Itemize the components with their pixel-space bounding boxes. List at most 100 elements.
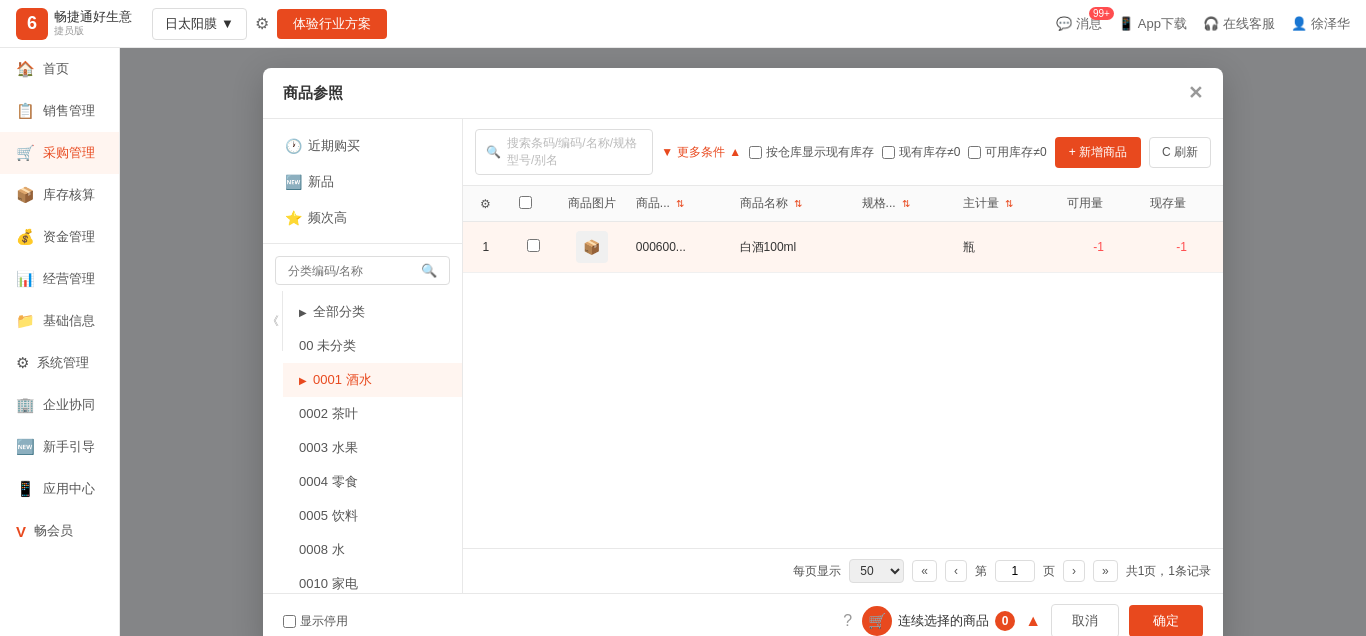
per-page-select[interactable]: 50100200	[849, 559, 904, 583]
tree-label-cat0008: 0008 水	[299, 541, 345, 559]
th-code[interactable]: 商品... ⇅	[626, 186, 730, 222]
sidebar-item-home[interactable]: 🏠 首页	[0, 48, 119, 90]
online-service-label: 在线客服	[1223, 15, 1275, 33]
tab-new[interactable]: 🆕 新品	[275, 165, 450, 199]
sort-spec-icon: ⇅	[902, 198, 910, 209]
help-icon[interactable]: ?	[843, 612, 852, 630]
available-stock-label: 可用库存≠0	[985, 144, 1046, 161]
last-page-button[interactable]: »	[1093, 560, 1118, 582]
quick-tabs: 🕐 近期购买 🆕 新品 ⭐ 频次高	[263, 119, 462, 237]
tree-label-cat0010: 0010 家电	[299, 575, 358, 593]
left-inner: 《 ▶ 全部分类 00 未分类 ▶	[263, 291, 462, 593]
row-checkbox[interactable]	[527, 239, 540, 252]
sidebar-item-finance[interactable]: 💰 资金管理	[0, 216, 119, 258]
tree-label-cat0005: 0005 饮料	[299, 507, 358, 525]
category-search-box[interactable]: 🔍	[275, 256, 450, 285]
th-unit[interactable]: 主计量 ⇅	[953, 186, 1057, 222]
logo-name: 畅捷通好生意	[54, 9, 132, 25]
user-nav[interactable]: 👤 徐泽华	[1291, 15, 1350, 33]
product-search-box[interactable]: 🔍 搜索条码/编码/名称/规格型号/别名	[475, 129, 653, 175]
tree-item-cat00[interactable]: 00 未分类	[283, 329, 462, 363]
sidebar-item-enterprise[interactable]: 🏢 企业协同	[0, 384, 119, 426]
product-toolbar: 🔍 搜索条码/编码/名称/规格型号/别名 ▼ 更多条件 ▲ 按仓库显示现有库存	[463, 119, 1223, 186]
sales-icon: 📋	[16, 102, 35, 120]
product-table: ⚙ 商品图片 商品... ⇅ 商品名称	[463, 186, 1223, 273]
home-icon: 🏠	[16, 60, 35, 78]
tree-item-cat0001[interactable]: ▶ 0001 酒水	[283, 363, 462, 397]
has-stock-checkbox[interactable]	[882, 146, 895, 159]
pagination: 每页显示 50100200 « ‹ 第 页 › » 共1页，1条记录	[463, 548, 1223, 593]
sidebar-label-apps: 应用中心	[43, 480, 95, 498]
gear-icon[interactable]: ⚙	[255, 14, 269, 33]
table-row[interactable]: 1 📦 000600... 白酒100ml 瓶	[463, 222, 1223, 273]
top-nav: 6 畅捷通好生意 捷员版 日太阳膜 ▼ ⚙ 体验行业方案 💬 消息 99+ 📱 …	[0, 0, 1366, 48]
sidebar-item-inventory[interactable]: 📦 库存核算	[0, 174, 119, 216]
th-spec[interactable]: 规格... ⇅	[852, 186, 953, 222]
sidebar-item-sales[interactable]: 📋 销售管理	[0, 90, 119, 132]
collapse-up-icon[interactable]: ▲	[1025, 612, 1041, 630]
tab-frequent[interactable]: ⭐ 频次高	[275, 201, 450, 235]
sort-code-icon: ⇅	[676, 198, 684, 209]
tree-item-cat0008[interactable]: 0008 水	[283, 533, 462, 567]
sidebar-item-member[interactable]: V 畅会员	[0, 510, 119, 552]
tab-recent-label: 近期购买	[308, 137, 360, 155]
show-disabled-checkbox[interactable]	[283, 615, 296, 628]
sidebar-item-purchase[interactable]: 🛒 采购管理	[0, 132, 119, 174]
tree-item-cat0010[interactable]: 0010 家电	[283, 567, 462, 593]
th-name[interactable]: 商品名称 ⇅	[730, 186, 852, 222]
category-search-input[interactable]	[288, 264, 415, 278]
th-gear[interactable]: ⚙	[463, 186, 509, 222]
show-disabled-text: 显示停用	[300, 613, 348, 630]
td-checkbox[interactable]	[509, 222, 558, 273]
available-stock-checkbox-label[interactable]: 可用库存≠0	[968, 144, 1046, 161]
tab-recent[interactable]: 🕐 近期购买	[275, 129, 450, 163]
modal-title: 商品参照	[283, 84, 343, 103]
messages-nav[interactable]: 💬 消息 99+	[1056, 15, 1102, 33]
refresh-button[interactable]: C 刷新	[1149, 137, 1211, 168]
by-warehouse-checkbox[interactable]	[749, 146, 762, 159]
by-warehouse-label: 按仓库显示现有库存	[766, 144, 874, 161]
cancel-button[interactable]: 取消	[1051, 604, 1119, 636]
collapse-button[interactable]: 《	[263, 291, 283, 351]
select-all-checkbox[interactable]	[519, 196, 532, 209]
system-icon: ⚙	[16, 354, 29, 372]
td-available: -1	[1057, 222, 1140, 273]
arrow-icon-0001: ▶	[299, 375, 307, 386]
by-warehouse-checkbox-label[interactable]: 按仓库显示现有库存	[749, 144, 874, 161]
confirm-button[interactable]: 确定	[1129, 605, 1203, 636]
sidebar-item-apps[interactable]: 📱 应用中心	[0, 468, 119, 510]
has-stock-checkbox-label[interactable]: 现有库存≠0	[882, 144, 960, 161]
nav-dropdown[interactable]: 日太阳膜 ▼	[152, 8, 247, 40]
prev-page-button[interactable]: ‹	[945, 560, 967, 582]
filter-label: 更多条件	[677, 144, 725, 161]
page-number-input[interactable]	[995, 560, 1035, 582]
more-filter-button[interactable]: ▼ 更多条件 ▲	[661, 144, 741, 161]
sidebar-item-operation[interactable]: 📊 经营管理	[0, 258, 119, 300]
star-icon: ⭐	[285, 210, 302, 226]
first-page-button[interactable]: «	[912, 560, 937, 582]
tree-item-cat0003[interactable]: 0003 水果	[283, 431, 462, 465]
sidebar-item-system[interactable]: ⚙ 系统管理	[0, 342, 119, 384]
finance-icon: 💰	[16, 228, 35, 246]
tree-item-all[interactable]: ▶ 全部分类	[283, 295, 462, 329]
td-stock: -1	[1140, 222, 1223, 273]
sidebar-item-basic[interactable]: 📁 基础信息	[0, 300, 119, 342]
has-stock-label: 现有库存≠0	[899, 144, 960, 161]
available-stock-checkbox[interactable]	[968, 146, 981, 159]
tree-item-cat0005[interactable]: 0005 饮料	[283, 499, 462, 533]
trial-button[interactable]: 体验行业方案	[277, 9, 387, 39]
online-service-nav[interactable]: 🎧 在线客服	[1203, 15, 1275, 33]
add-product-button[interactable]: + 新增商品	[1055, 137, 1141, 168]
show-disabled-label[interactable]: 显示停用	[283, 613, 348, 630]
sidebar-label-finance: 资金管理	[43, 228, 95, 246]
tree-item-cat0004[interactable]: 0004 零食	[283, 465, 462, 499]
cart-area: 🛒 连续选择的商品 0	[862, 606, 1015, 636]
modal-close-button[interactable]: ✕	[1188, 82, 1203, 104]
app-download-nav[interactable]: 📱 App下载	[1118, 15, 1187, 33]
member-icon: V	[16, 523, 26, 540]
tree-item-cat0002[interactable]: 0002 茶叶	[283, 397, 462, 431]
layout: 🏠 首页 📋 销售管理 🛒 采购管理 📦 库存核算 💰 资金管理 📊 经营管理 …	[0, 48, 1366, 636]
sidebar-item-guide[interactable]: 🆕 新手引导	[0, 426, 119, 468]
th-checkbox[interactable]	[509, 186, 558, 222]
next-page-button[interactable]: ›	[1063, 560, 1085, 582]
